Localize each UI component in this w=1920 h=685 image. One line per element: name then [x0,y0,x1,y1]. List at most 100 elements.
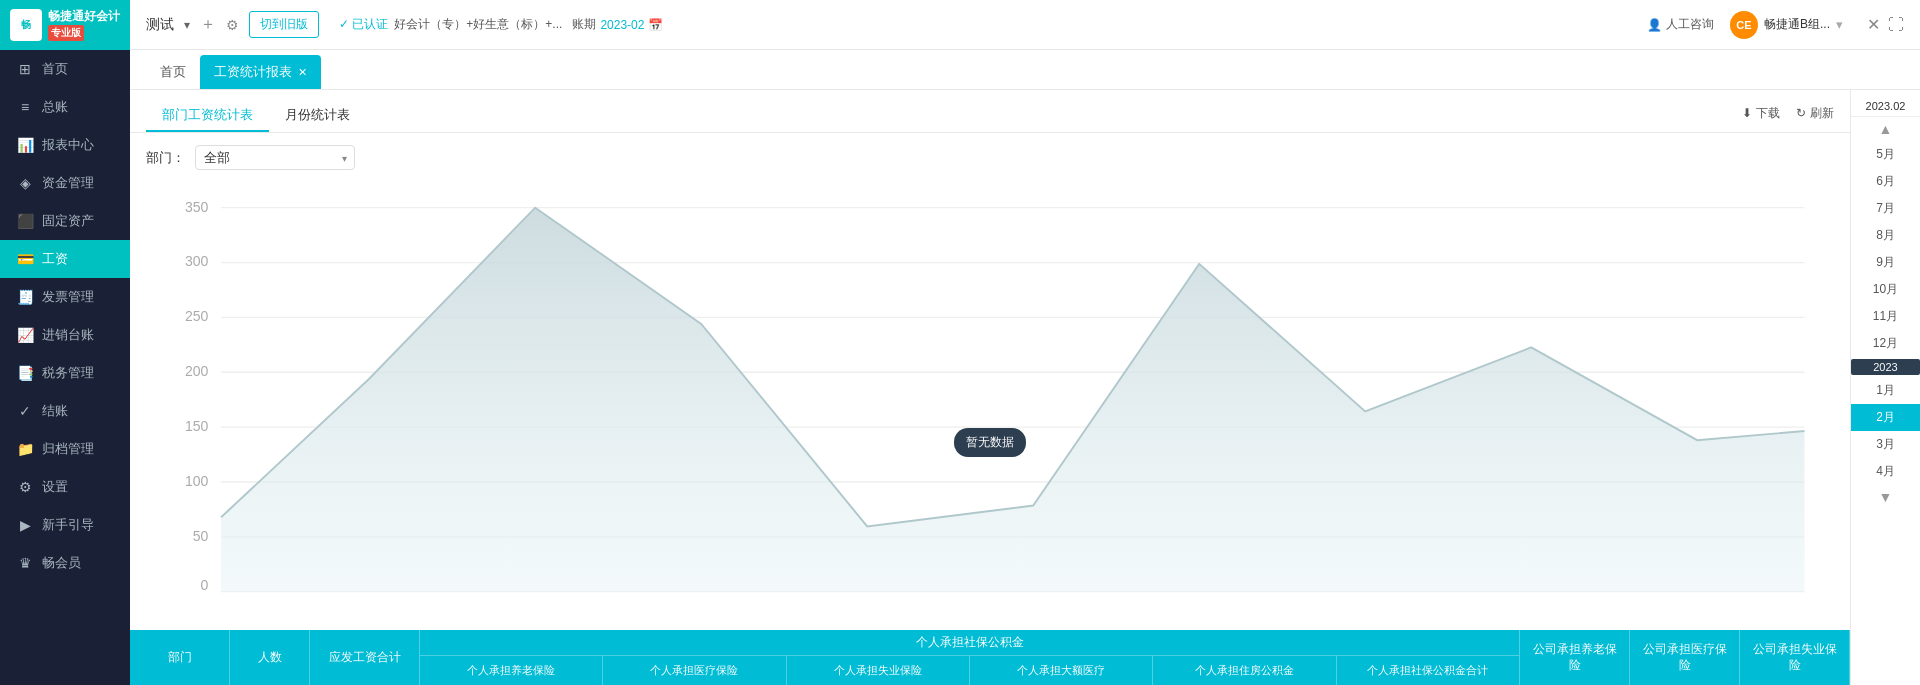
user-avatar: CE [1730,11,1758,39]
tab-bar: 首页 工资统计报表 ✕ [130,50,1920,90]
topbar-add-btn[interactable]: ＋ [200,14,216,35]
th-personal-medical: 个人承担医疗保险 [603,656,786,685]
close-btn[interactable]: ✕ [1867,15,1880,34]
sidebar: 畅 畅捷通好会计 专业版 ⊞ 首页 ≡ 总账 📊 报表中心 ◈ 资金管理 ⬛ 固… [0,0,130,685]
user-dropdown-icon: ▾ [1836,17,1843,32]
date-month-8[interactable]: 8月 [1851,222,1920,249]
logo-sub: 专业版 [48,25,84,41]
funds-icon: ◈ [16,175,34,191]
topbar-gear-btn[interactable]: ⚙ [226,17,239,33]
sidebar-item-vip[interactable]: ♛ 畅会员 [0,544,130,582]
tax-icon: 📑 [16,365,34,381]
period-value: 2023-02 [600,18,644,32]
refresh-icon: ↻ [1796,106,1806,120]
archive-icon: 📁 [16,441,34,457]
dept-select[interactable]: 全部 部门1 部门2 [195,145,355,170]
sidebar-item-settings[interactable]: ⚙ 设置 [0,468,130,506]
date-month-7[interactable]: 7月 [1851,195,1920,222]
logo: 畅 畅捷通好会计 专业版 [0,0,130,50]
invoice-icon: 🧾 [16,289,34,305]
sidebar-item-settlement[interactable]: ✓ 结账 [0,392,130,430]
th-personal-social: 个人承担社保公积金 个人承担养老保险 个人承担医疗保险 个人承担失业保险 个人承… [420,630,1520,685]
download-icon: ⬇ [1742,106,1752,120]
date-month-1[interactable]: 1月 [1851,377,1920,404]
date-month-6[interactable]: 6月 [1851,168,1920,195]
expand-btn[interactable]: ⛶ [1888,16,1904,34]
date-month-2[interactable]: 2月 [1851,404,1920,431]
settlement-icon: ✓ [16,403,34,419]
date-month-5[interactable]: 5月 [1851,141,1920,168]
sidebar-item-tax[interactable]: 📑 税务管理 [0,354,130,392]
sidebar-item-invoice[interactable]: 🧾 发票管理 [0,278,130,316]
badges-text: 好会计（专）+好生意（标）+... [394,16,562,33]
tab-close-btn[interactable]: ✕ [298,66,307,79]
sales-icon: 📈 [16,327,34,343]
date-nav-up[interactable]: ▲ [1875,117,1897,141]
switch-to-old-btn[interactable]: 切到旧版 [249,11,319,38]
home-icon: ⊞ [16,61,34,77]
th-count: 人数 [230,630,310,685]
svg-text:200: 200 [185,363,209,379]
sidebar-item-newbie[interactable]: ▶ 新手引导 [0,506,130,544]
user-menu[interactable]: CE 畅捷通B组... ▾ [1730,11,1843,39]
topbar-right: 👤 人工咨询 CE 畅捷通B组... ▾ ✕ ⛶ [1647,11,1904,39]
main-content: 测试 ▾ ＋ ⚙ 切到旧版 ✓ 已认证 好会计（专）+好生意（标）+... 账期… [130,0,1920,685]
sidebar-item-home[interactable]: ⊞ 首页 [0,50,130,88]
th-personal-unemployment: 个人承担失业保险 [787,656,970,685]
window-controls: ✕ ⛶ [1867,15,1904,34]
action-buttons: ⬇ 下载 ↻ 刷新 [1742,105,1834,128]
dept-select-wrapper: 全部 部门1 部门2 ▾ [195,145,355,170]
th-dept: 部门 [130,630,230,685]
period-label: 账期 [572,16,596,33]
sidebar-item-archive[interactable]: 📁 归档管理 [0,430,130,468]
ledger-icon: ≡ [16,99,34,115]
date-panel: 2023.02 ▲ 5月 6月 7月 8月 9月 10月 11月 12月 202… [1850,90,1920,685]
date-month-10[interactable]: 10月 [1851,276,1920,303]
reports-icon: 📊 [16,137,34,153]
date-year-label: 2023.02 [1851,96,1920,117]
th-company-pension: 公司承担养老保险 [1520,630,1630,685]
th-company-medical: 公司承担医疗保险 [1630,630,1740,685]
calendar-icon[interactable]: 📅 [648,18,663,32]
tab-home-label: 首页 [160,63,186,81]
assets-icon: ⬛ [16,213,34,229]
svg-text:150: 150 [185,418,209,434]
topbar-dropdown[interactable]: ▾ [184,18,190,32]
settings-icon: ⚙ [16,479,34,495]
topbar-period: 账期 2023-02 📅 [572,16,663,33]
sidebar-item-funds[interactable]: ◈ 资金管理 [0,164,130,202]
user-name: 畅捷通B组... [1764,16,1830,33]
chart-area: 350 300 250 200 150 100 50 0 [130,182,1850,630]
tab-salary-report[interactable]: 工资统计报表 ✕ [200,55,321,89]
sidebar-item-payroll[interactable]: 💳 工资 [0,240,130,278]
svg-text:0: 0 [201,577,209,593]
date-month-11[interactable]: 11月 [1851,303,1920,330]
sub-tab-dept-salary[interactable]: 部门工资统计表 [146,100,269,132]
th-personal-pension: 个人承担养老保险 [420,656,603,685]
th-group-label: 个人承担社保公积金 [420,630,1519,656]
date-year-badge: 2023 [1851,359,1920,375]
tab-home[interactable]: 首页 [146,55,200,89]
svg-text:250: 250 [185,308,209,324]
logo-text: 畅捷通好会计 [48,9,120,25]
sub-tab-monthly[interactable]: 月份统计表 [269,100,366,132]
vip-icon: ♛ [16,555,34,571]
date-month-3[interactable]: 3月 [1851,431,1920,458]
th-total-salary: 应发工资合计 [310,630,420,685]
date-month-9[interactable]: 9月 [1851,249,1920,276]
svg-text:300: 300 [185,253,209,269]
date-nav-down[interactable]: ▼ [1875,485,1897,509]
help-btn[interactable]: 👤 人工咨询 [1647,16,1714,33]
tab-salary-label: 工资统计报表 [214,63,292,81]
download-btn[interactable]: ⬇ 下载 [1742,105,1780,122]
date-month-12[interactable]: 12月 [1851,330,1920,357]
topbar-title: 测试 [146,16,174,34]
content-area: 部门工资统计表 月份统计表 ⬇ 下载 ↻ 刷新 [130,90,1920,685]
sidebar-item-general-ledger[interactable]: ≡ 总账 [0,88,130,126]
date-month-4[interactable]: 4月 [1851,458,1920,485]
sidebar-item-sales[interactable]: 📈 进销台账 [0,316,130,354]
th-company-unemployment: 公司承担失业保险 [1740,630,1850,685]
refresh-btn[interactable]: ↻ 刷新 [1796,105,1834,122]
sidebar-item-fixed-assets[interactable]: ⬛ 固定资产 [0,202,130,240]
sidebar-item-reports[interactable]: 📊 报表中心 [0,126,130,164]
